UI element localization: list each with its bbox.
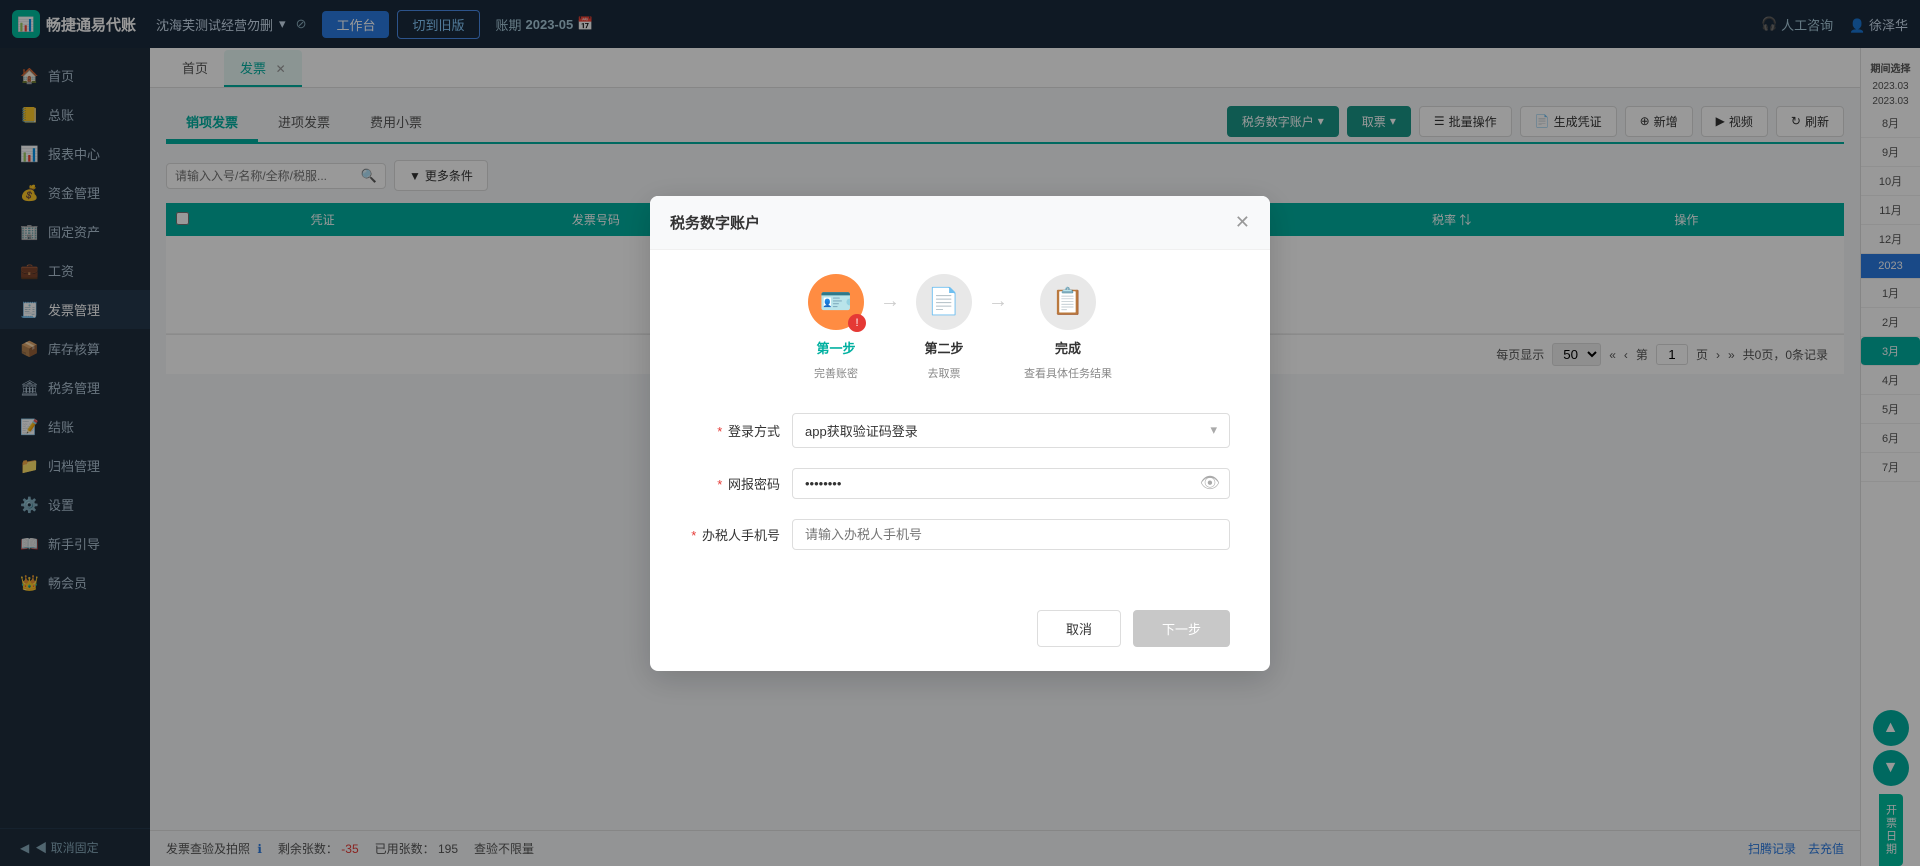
step-1: 🪪 ! 第一步 完善账密 [808,274,864,381]
password-label: * 网报密码 [690,474,780,493]
modal-footer: 取消 下一步 [650,594,1270,671]
step-2-desc: 去取票 [928,365,961,381]
password-input[interactable] [792,468,1230,499]
step-2: 📄 第二步 去取票 [916,274,972,381]
password-wrap: 👁 [792,468,1230,499]
modal-overlay: 税务数字账户 ✕ 🪪 ! 第一步 完善账密 → [0,0,1920,866]
step-1-label: 第一步 [816,338,855,357]
step-3-desc: 查看具体任务结果 [1024,365,1112,381]
login-method-row: * 登录方式 app获取验证码登录 ▾ [690,413,1230,448]
step-3: 📋 完成 查看具体任务结果 [1024,274,1112,381]
modal-header: 税务数字账户 ✕ [650,196,1270,250]
phone-input[interactable] [792,519,1230,550]
login-method-field: app获取验证码登录 ▾ [792,413,1230,448]
modal-next-button[interactable]: 下一步 [1133,610,1230,647]
select-chevron-icon: ▾ [1210,422,1217,438]
password-row: * 网报密码 👁 [690,468,1230,499]
phone-label: * 办税人手机号 [690,525,780,544]
step-3-label: 完成 [1055,338,1081,357]
login-method-label: * 登录方式 [690,421,780,440]
modal-body: 🪪 ! 第一步 完善账密 → 📄 第二步 去取票 → [650,250,1270,594]
step-1-badge: ! [848,314,866,332]
password-field: 👁 [792,468,1230,499]
steps-indicator: 🪪 ! 第一步 完善账密 → 📄 第二步 去取票 → [690,274,1230,381]
modal-title: 税务数字账户 [670,212,760,233]
step-2-label: 第二步 [924,338,963,357]
password-toggle-eye-icon[interactable]: 👁 [1200,473,1220,493]
phone-field [792,519,1230,550]
step-1-desc: 完善账密 [814,365,858,381]
step-1-icon: 🪪 ! [808,274,864,330]
step-arrow-1: → [880,290,900,313]
modal-close-button[interactable]: ✕ [1235,212,1250,233]
login-method-select[interactable]: app获取验证码登录 ▾ [792,413,1230,448]
phone-row: * 办税人手机号 [690,519,1230,550]
modal-cancel-button[interactable]: 取消 [1037,610,1121,647]
step-arrow-2: → [988,290,1008,313]
step-3-icon: 📋 [1040,274,1096,330]
step-2-icon: 📄 [916,274,972,330]
tax-digital-account-modal: 税务数字账户 ✕ 🪪 ! 第一步 完善账密 → [650,196,1270,671]
